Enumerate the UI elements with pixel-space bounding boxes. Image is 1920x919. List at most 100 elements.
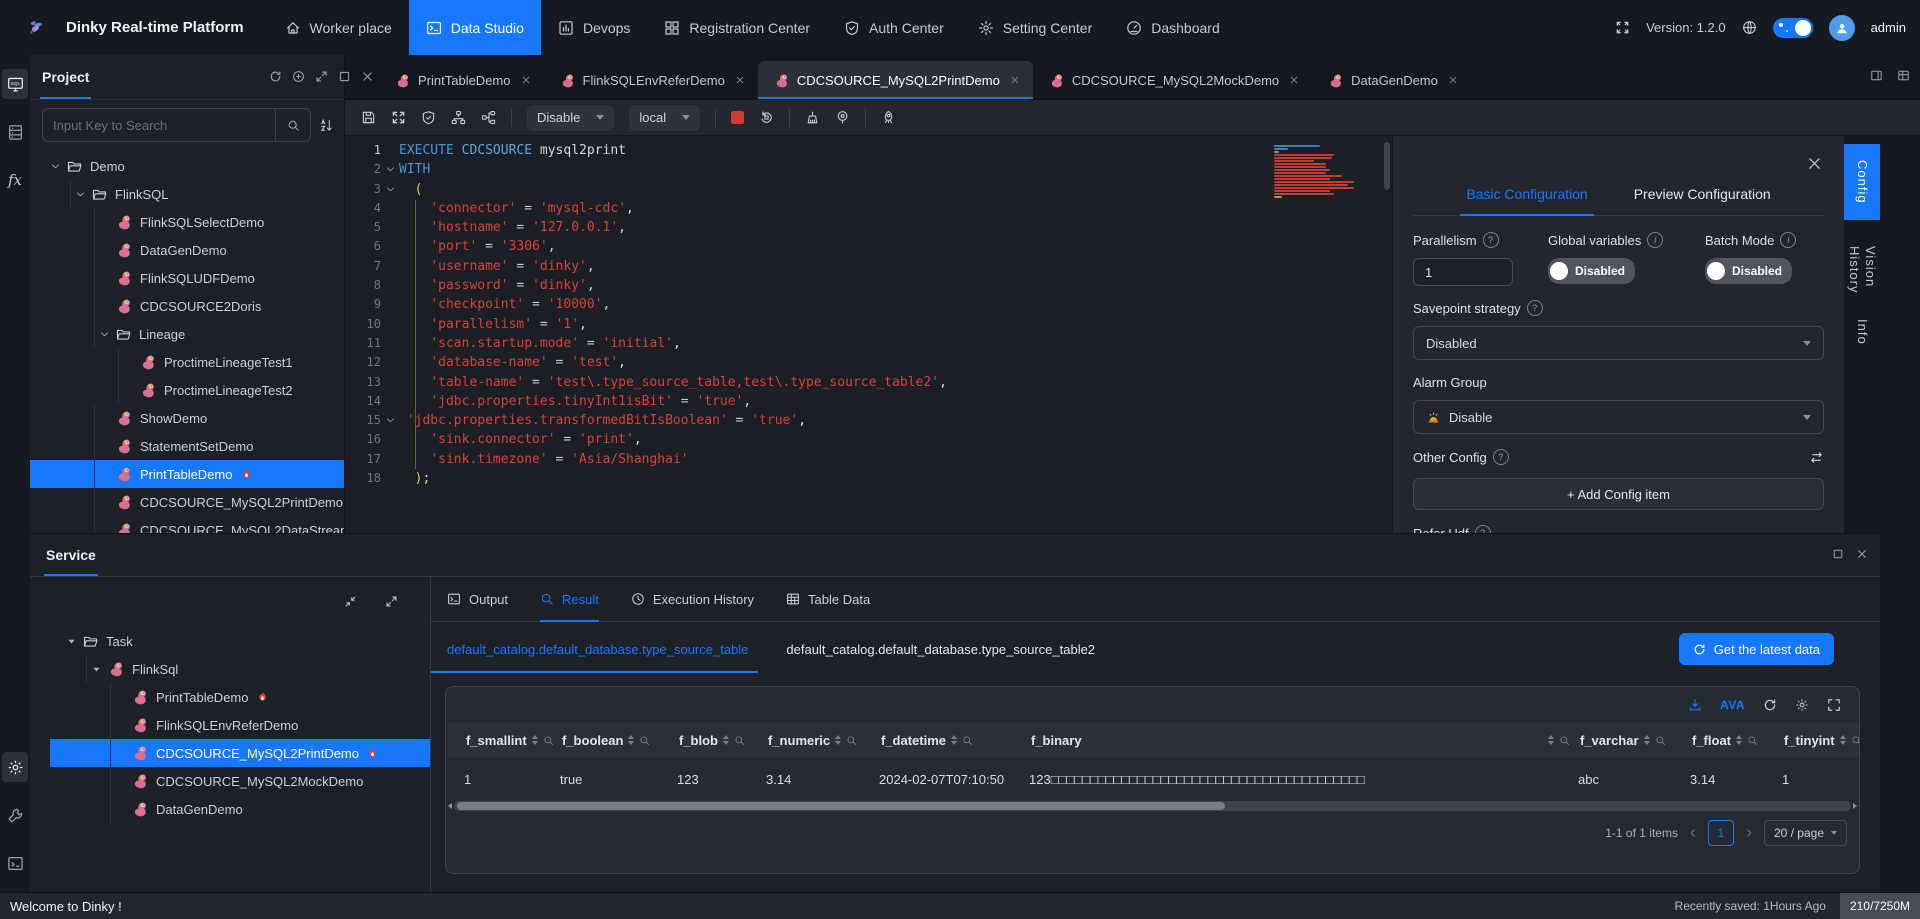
collapse-diagonal-icon[interactable] <box>344 595 357 608</box>
sort-icon[interactable] <box>951 735 957 745</box>
theme-toggle[interactable] <box>1773 18 1813 38</box>
tools-wrench-icon[interactable] <box>2 800 28 830</box>
tab-basic-configuration[interactable]: Basic Configuration <box>1466 186 1587 202</box>
file-tab-DataGenDemo[interactable]: DataGenDemo <box>1312 61 1471 99</box>
gear-icon[interactable] <box>1795 698 1809 712</box>
tree-item-CDCSOURCE_MySQL2MockDemo[interactable]: CDCSOURCE_MySQL2MockDemo <box>50 767 430 795</box>
tree-item-FlinkSQL[interactable]: FlinkSQL <box>30 180 344 208</box>
job-type-select[interactable]: Disable <box>527 105 614 131</box>
language-globe-icon[interactable] <box>1742 20 1757 35</box>
add-circle-icon[interactable] <box>292 70 305 83</box>
vtab-vision-history[interactable]: Vision History <box>1846 246 1878 293</box>
file-tab-FlinkSQLEnvReferDemo[interactable]: FlinkSQLEnvReferDemo <box>544 61 758 99</box>
prev-page-icon[interactable] <box>1688 828 1698 838</box>
result-tab-execution-history[interactable]: Execution History <box>631 577 754 621</box>
tree-item-FlinkSQLSelectDemo[interactable]: FlinkSQLSelectDemo <box>30 208 344 236</box>
column-f_blob[interactable]: f_blob <box>679 733 768 748</box>
file-tab-CDCSOURCE_MySQL2MockDemo[interactable]: CDCSOURCE_MySQL2MockDemo <box>1033 61 1312 99</box>
layout-grid-icon[interactable] <box>1897 69 1910 82</box>
next-page-icon[interactable] <box>1744 828 1754 838</box>
column-search-icon[interactable] <box>1655 735 1666 746</box>
lineage-flow-icon[interactable] <box>451 110 466 125</box>
batch-mode-switch[interactable]: Disabled <box>1705 258 1792 284</box>
column-search-icon[interactable] <box>734 735 745 746</box>
result-tab-table-data[interactable]: Table Data <box>786 577 870 621</box>
minimap[interactable] <box>1274 145 1356 199</box>
tree-item-DataGenDemo[interactable]: DataGenDemo <box>30 236 344 264</box>
fullscreen-icon[interactable] <box>1827 698 1841 712</box>
column-search-icon[interactable] <box>846 735 857 746</box>
tree-item-ShowDemo[interactable]: ShowDemo <box>30 404 344 432</box>
sort-icon[interactable] <box>628 735 634 745</box>
sort-icon[interactable] <box>1840 735 1846 745</box>
tree-item-StatementSetDemo[interactable]: StatementSetDemo <box>30 432 344 460</box>
tree-item-PrintTableDemo[interactable]: PrintTableDemo <box>50 683 430 711</box>
close-icon[interactable] <box>361 70 374 83</box>
rocket-icon[interactable] <box>881 110 896 125</box>
nav-item-dashboard[interactable]: Dashboard <box>1109 0 1237 55</box>
alarm-group-select[interactable]: Disable <box>1413 400 1824 434</box>
sort-icon[interactable] <box>1736 735 1742 745</box>
ava-label[interactable]: AVA <box>1720 698 1745 712</box>
database-list-icon[interactable] <box>2 117 28 147</box>
tree-item-Lineage[interactable]: Lineage <box>30 320 344 348</box>
nav-item-registration-center[interactable]: Registration Center <box>647 0 827 55</box>
page-size-select[interactable]: 20 / page <box>1764 820 1847 846</box>
tab-preview-configuration[interactable]: Preview Configuration <box>1634 186 1771 202</box>
table-row[interactable]: 1true1233.142024-02-07T07:10:50123□□□□□□… <box>446 757 1860 801</box>
avatar[interactable] <box>1829 15 1855 41</box>
datastudio-sql-icon[interactable]: SQL <box>2 69 28 99</box>
column-f_smallint[interactable]: f_smallint <box>448 733 562 748</box>
download-icon[interactable] <box>1688 698 1702 712</box>
get-latest-data-button[interactable]: Get the latest data <box>1679 633 1834 665</box>
caret-down-icon[interactable] <box>62 636 80 647</box>
nav-item-devops[interactable]: Devops <box>541 0 647 55</box>
nav-item-worker-place[interactable]: Worker place <box>268 0 409 55</box>
tree-item-Demo[interactable]: Demo <box>30 152 344 180</box>
editor-scrollbar[interactable] <box>1384 142 1390 190</box>
result-tab-result[interactable]: Result <box>540 577 599 621</box>
tree-item-CDCSOURCE2Doris[interactable]: CDCSOURCE2Doris <box>30 292 344 320</box>
function-fx-icon[interactable]: fx <box>2 165 28 195</box>
stop-button[interactable] <box>731 111 744 124</box>
fullscreen-icon[interactable] <box>1615 20 1630 35</box>
console-window-icon[interactable] <box>2 848 28 878</box>
subtab-type-source-table2[interactable]: default_catalog.default_database.type_so… <box>786 642 1095 657</box>
column-search-icon[interactable] <box>639 735 650 746</box>
settings-gear-icon[interactable] <box>2 752 28 782</box>
env-select[interactable]: local <box>629 105 700 131</box>
nav-item-setting-center[interactable]: Setting Center <box>961 0 1110 55</box>
nav-item-data-studio[interactable]: Data Studio <box>409 0 541 55</box>
savepoint-strategy-select[interactable]: Disabled <box>1413 326 1824 360</box>
vtab-info[interactable]: Info <box>1854 319 1870 345</box>
expand-diagonal-icon[interactable] <box>315 70 328 83</box>
column-search-icon[interactable] <box>1559 735 1570 746</box>
location-pin-icon[interactable] <box>835 110 850 125</box>
expand-diagonal-icon[interactable] <box>385 595 398 608</box>
tree-item-Task[interactable]: Task <box>50 627 430 655</box>
close-icon[interactable] <box>735 75 745 85</box>
column-f_varchar[interactable]: f_varchar <box>1580 733 1692 748</box>
nav-item-auth-center[interactable]: Auth Center <box>827 0 961 55</box>
result-tab-output[interactable]: Output <box>447 577 508 621</box>
close-icon[interactable] <box>1856 548 1868 560</box>
column-search-icon[interactable] <box>1747 735 1758 746</box>
code-editor[interactable]: 1EXECUTE CDCSOURCE mysql2print2WITH3 (4 … <box>345 136 1392 533</box>
column-f_binary[interactable]: f_binary <box>1031 733 1580 748</box>
tree-item-CDCSOURCE_MySQL2PrintDemo[interactable]: CDCSOURCE_MySQL2PrintDemo <box>50 739 430 767</box>
current-page[interactable]: 1 <box>1708 820 1734 846</box>
file-tab-CDCSOURCE_MySQL2PrintDemo[interactable]: CDCSOURCE_MySQL2PrintDemo <box>758 61 1033 99</box>
vtab-config[interactable]: Config <box>1844 144 1880 220</box>
minimize-square-icon[interactable] <box>1832 548 1844 560</box>
window-restore-icon[interactable] <box>338 70 351 83</box>
tree-item-ProctimeLineageTest2[interactable]: ProctimeLineageTest2 <box>30 376 344 404</box>
parallelism-input[interactable]: 1 <box>1413 258 1513 286</box>
swap-icon[interactable] <box>1809 450 1824 465</box>
caret-down-icon[interactable] <box>87 664 105 675</box>
column-search-icon[interactable] <box>962 735 973 746</box>
global-variables-switch[interactable]: Disabled <box>1548 258 1635 284</box>
save-icon[interactable] <box>361 110 376 125</box>
close-icon[interactable] <box>1289 75 1299 85</box>
column-f_boolean[interactable]: f_boolean <box>562 733 679 748</box>
check-shield-icon[interactable] <box>421 110 436 125</box>
